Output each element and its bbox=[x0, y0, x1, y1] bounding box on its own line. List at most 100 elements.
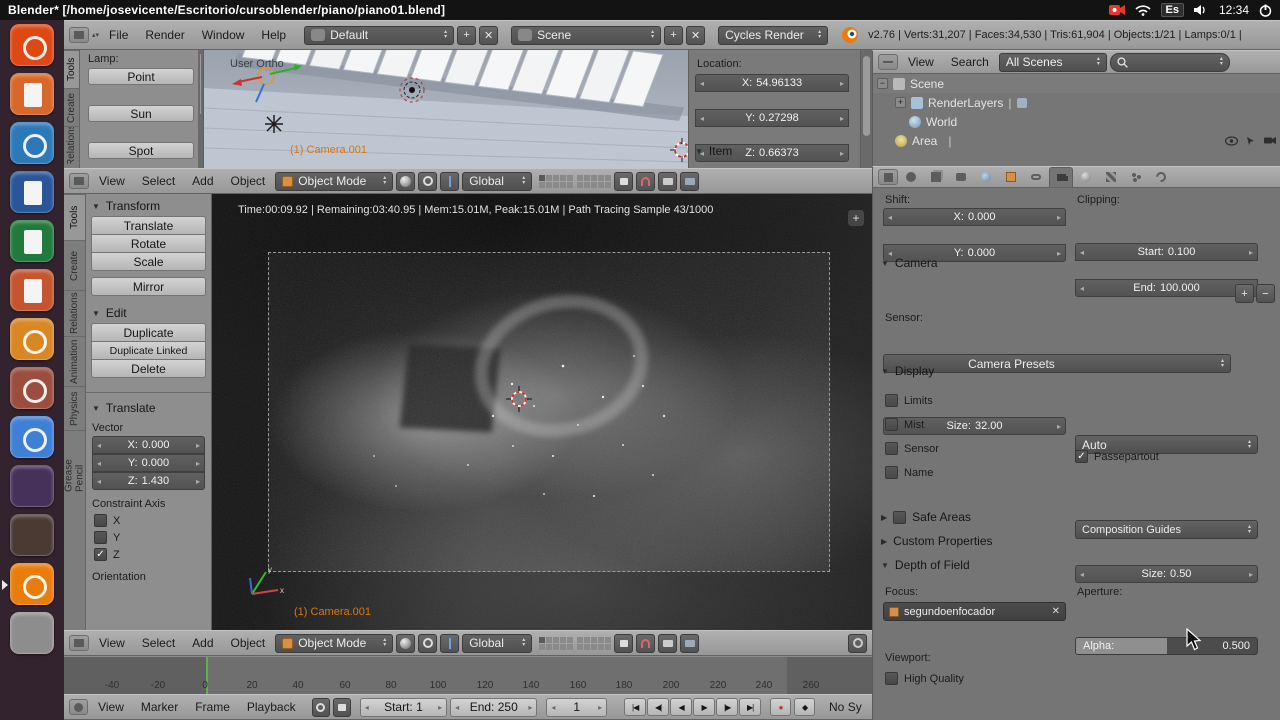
clip-start-field[interactable]: Start:0.100 bbox=[1075, 243, 1258, 261]
outliner-scope-selector[interactable]: All Scenes bbox=[998, 52, 1107, 72]
timeline-ruler[interactable]: -40 -20 0 20 40 60 80 100 120 140 160 18… bbox=[64, 656, 872, 695]
close-scene-button[interactable]: ✕ bbox=[686, 25, 706, 45]
tab-constraints[interactable] bbox=[1024, 167, 1048, 187]
upper-menu-object[interactable]: Object bbox=[224, 172, 273, 190]
keying-set-button[interactable]: ◆ bbox=[794, 698, 816, 716]
sensor-checkbox-row[interactable]: Sensor bbox=[885, 442, 939, 455]
safe-areas-checkbox[interactable] bbox=[893, 510, 907, 524]
sensor-checkbox[interactable] bbox=[885, 442, 898, 455]
render-engine-selector[interactable]: Cycles Render bbox=[718, 25, 829, 45]
play-button[interactable]: ▶ bbox=[693, 698, 716, 716]
render-opengl-icon[interactable] bbox=[680, 633, 700, 653]
composition-guides-selector[interactable]: Composition Guides bbox=[1075, 520, 1258, 539]
launcher-libreoffice-calc[interactable] bbox=[10, 220, 54, 262]
upper-pivot-selector[interactable] bbox=[418, 171, 438, 191]
tab-grease-pencil[interactable]: Grease Pencil bbox=[64, 430, 85, 492]
power-icon[interactable] bbox=[1259, 4, 1272, 17]
passepartout-size-field[interactable]: Size:0.50 bbox=[1075, 565, 1258, 583]
mode-selector[interactable]: Object Mode bbox=[275, 633, 394, 653]
render-camera-icon[interactable] bbox=[658, 633, 678, 653]
menu-window[interactable]: Window bbox=[195, 26, 252, 44]
launcher-libreoffice-writer[interactable] bbox=[10, 171, 54, 213]
volume-icon[interactable] bbox=[1193, 4, 1209, 16]
lamp-type-point[interactable]: Point bbox=[88, 68, 194, 85]
redo-panel-header[interactable]: Translate bbox=[86, 397, 211, 418]
expand-icon[interactable]: + bbox=[895, 97, 906, 108]
upper-shading-selector[interactable] bbox=[396, 171, 416, 191]
prev-keyframe-button[interactable]: ◀| bbox=[647, 698, 670, 716]
lamp-panel-scrollbar[interactable] bbox=[198, 50, 203, 168]
launcher-image-editor[interactable] bbox=[10, 514, 54, 556]
high-quality-checkbox[interactable] bbox=[885, 672, 898, 685]
outliner-item-area[interactable]: Area | bbox=[873, 131, 1280, 150]
outliner-item-scene[interactable]: − Scene bbox=[873, 74, 1280, 93]
launcher-media-player[interactable] bbox=[10, 465, 54, 507]
keyboard-layout-indicator[interactable]: Es bbox=[1160, 3, 1184, 17]
camera-presets-selector[interactable]: Camera Presets bbox=[883, 354, 1231, 373]
tab-render[interactable] bbox=[899, 167, 923, 187]
editor-type-3dview-icon[interactable] bbox=[69, 635, 89, 651]
shading-selector[interactable] bbox=[396, 633, 416, 653]
limits-checkbox-row[interactable]: Limits bbox=[885, 394, 933, 407]
tab-render-layers[interactable] bbox=[924, 167, 948, 187]
tab-texture[interactable] bbox=[1099, 167, 1123, 187]
manipulator-translate-icon[interactable] bbox=[440, 633, 460, 653]
close-layout-button[interactable]: ✕ bbox=[479, 25, 499, 45]
constraint-y-row[interactable]: Y bbox=[86, 529, 211, 546]
upper-tab-tools[interactable]: Tools bbox=[64, 50, 79, 88]
item-panel-header[interactable]: Item bbox=[695, 144, 732, 158]
focus-object-field[interactable]: segundoenfocador ✕ bbox=[883, 602, 1066, 621]
constraint-x-checkbox[interactable] bbox=[94, 514, 107, 527]
menu-add[interactable]: Add bbox=[185, 634, 220, 652]
passepartout-row[interactable]: Passepartout bbox=[1075, 450, 1159, 463]
delete-button[interactable]: Delete bbox=[91, 359, 206, 378]
pivot-selector[interactable] bbox=[418, 633, 438, 653]
constraint-y-checkbox[interactable] bbox=[94, 531, 107, 544]
collapse-icon[interactable]: − bbox=[877, 78, 888, 89]
upper-snap-magnet-icon[interactable] bbox=[636, 171, 656, 191]
clock[interactable]: 12:34 bbox=[1219, 3, 1249, 17]
frame-end-field[interactable]: End: 250 bbox=[450, 697, 538, 717]
editor-type-timeline-icon[interactable] bbox=[69, 699, 89, 715]
upper-orientation-selector[interactable]: Global bbox=[462, 171, 533, 191]
play-reverse-button[interactable]: ◀ bbox=[670, 698, 693, 716]
n-panel-toggle[interactable]: + bbox=[848, 210, 864, 226]
lock-icon[interactable] bbox=[614, 633, 634, 653]
sync-mode-selector[interactable]: No Sy bbox=[822, 698, 867, 716]
timeline-menu-playback[interactable]: Playback bbox=[240, 698, 303, 716]
safe-areas-section-header[interactable]: Safe Areas bbox=[881, 510, 971, 524]
tab-animation[interactable]: Animation bbox=[64, 336, 85, 386]
remove-preset-button[interactable]: − bbox=[1256, 284, 1275, 303]
timeline-menu-marker[interactable]: Marker bbox=[134, 698, 185, 716]
scene-selector[interactable]: Scene bbox=[511, 25, 662, 45]
depth-of-field-section-header[interactable]: Depth of Field bbox=[881, 558, 970, 572]
jump-end-button[interactable]: ▶| bbox=[739, 698, 762, 716]
limits-checkbox[interactable] bbox=[885, 394, 898, 407]
upper-tab-create[interactable]: Create bbox=[64, 88, 79, 126]
edit-panel-header[interactable]: Edit bbox=[86, 296, 211, 323]
upper-manipulator-translate-icon[interactable] bbox=[440, 171, 460, 191]
editor-type-3dview-icon[interactable] bbox=[69, 173, 89, 189]
editor-type-properties-icon[interactable] bbox=[878, 169, 898, 185]
editor-type-info-icon[interactable] bbox=[69, 27, 89, 43]
tab-particles[interactable] bbox=[1124, 167, 1148, 187]
add-scene-button[interactable]: + bbox=[664, 25, 684, 45]
auto-keyframe-record-button[interactable]: ● bbox=[770, 698, 792, 716]
tab-physics[interactable] bbox=[1149, 167, 1173, 187]
outliner-item-world[interactable]: World bbox=[873, 112, 1280, 131]
outliner-search-input[interactable] bbox=[1109, 52, 1230, 72]
transform-panel-header[interactable]: Transform bbox=[86, 194, 211, 216]
upper-menu-view[interactable]: View bbox=[92, 172, 132, 190]
ortho-3d-viewport[interactable]: User Ortho (1) Camera.001 bbox=[204, 50, 688, 168]
upper-render-camera-icon[interactable] bbox=[658, 171, 678, 191]
orientation-selector[interactable]: Global bbox=[462, 633, 533, 653]
menu-view[interactable]: View bbox=[92, 634, 132, 652]
display-section-header[interactable]: Display bbox=[881, 364, 934, 378]
clear-focus-icon[interactable]: ✕ bbox=[1052, 606, 1060, 617]
constraint-x-row[interactable]: X bbox=[86, 512, 211, 529]
vector-x-field[interactable]: X:0.000 bbox=[92, 436, 205, 454]
name-checkbox-row[interactable]: Name bbox=[885, 466, 933, 479]
shift-x-field[interactable]: X:0.000 bbox=[883, 208, 1066, 226]
menu-help[interactable]: Help bbox=[254, 26, 293, 44]
timeline-menu-view[interactable]: View bbox=[91, 698, 131, 716]
